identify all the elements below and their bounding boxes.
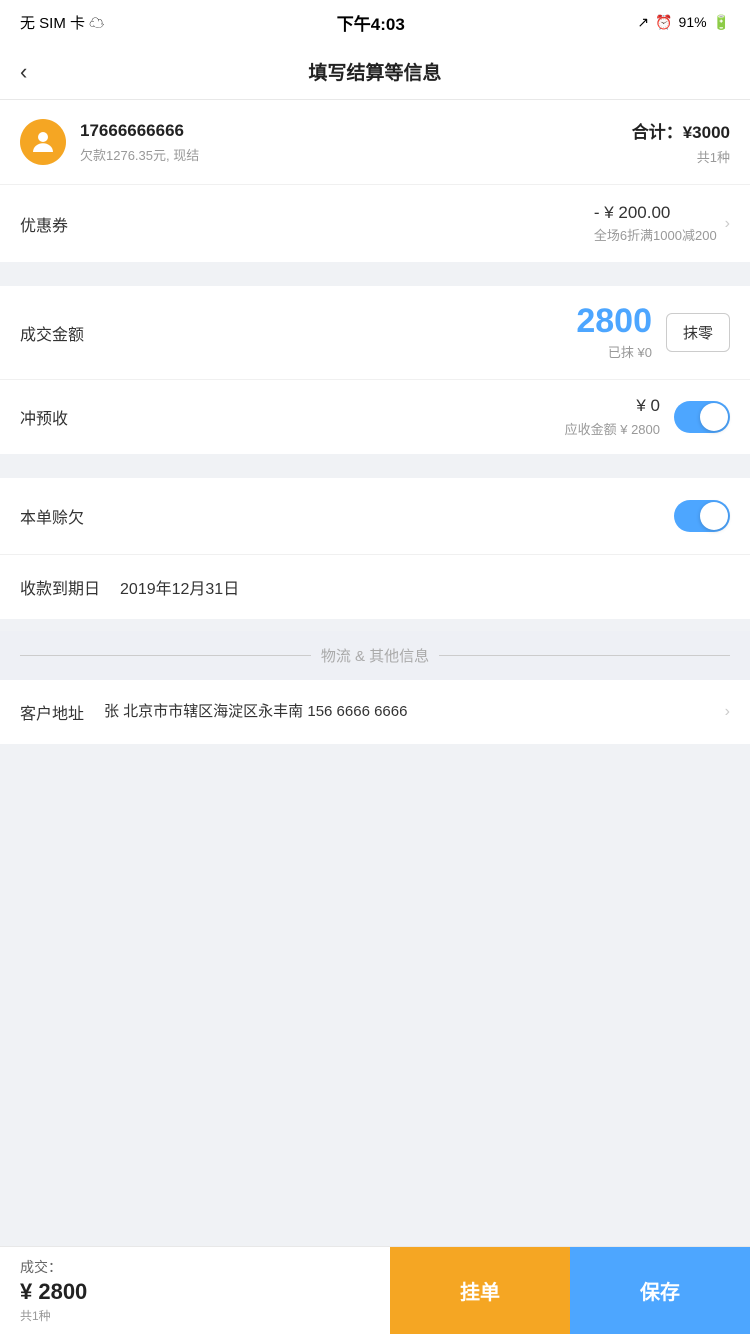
battery-icon: 🔋 <box>713 14 730 31</box>
status-time: 下午4:03 <box>337 10 405 35</box>
section-divider-1 <box>0 274 750 286</box>
user-phone: 17666666666 <box>80 121 632 141</box>
section-divider-2 <box>0 466 750 478</box>
coupon-discount: - ¥ 200.00 <box>594 203 717 223</box>
toggle-knob <box>700 403 728 431</box>
coupon-info: - ¥ 200.00 全场6折满1000减200 <box>594 203 717 244</box>
status-left: 无 SIM 卡 ☁ <box>20 12 104 33</box>
total-count: 共1种 <box>632 147 730 166</box>
debt-card: 本单赊欠 收款到期日 2019年12月31日 <box>0 478 750 619</box>
prepayment-right: ¥ 0 应收金额 ¥ 2800 <box>565 396 730 438</box>
bottom-summary: 成交： ¥ 2800 共1种 <box>0 1257 390 1324</box>
user-total: 合计：¥3000 共1种 <box>632 118 730 166</box>
address-value: 张 北京市市辖区海淀区永丰南 156 6666 6666 <box>104 701 715 724</box>
debt-label: 本单赊欠 <box>20 504 84 528</box>
prepayment-row: 冲预收 ¥ 0 应收金额 ¥ 2800 <box>0 379 750 454</box>
user-row: 17666666666 欠款1276.35元, 现结 合计：¥3000 共1种 <box>0 100 750 184</box>
deal-amount: 2800 <box>576 304 652 338</box>
address-card: 客户地址 张 北京市市辖区海淀区永丰南 156 6666 6666 › <box>0 680 750 744</box>
bottom-count: 共1种 <box>20 1307 370 1324</box>
prepayment-info: ¥ 0 应收金额 ¥ 2800 <box>565 396 660 438</box>
address-chevron-icon: › <box>725 703 730 721</box>
bottom-spacer <box>0 756 750 856</box>
round-button[interactable]: 抹零 <box>666 313 730 352</box>
logistics-label: 物流 & 其他信息 <box>321 645 429 666</box>
prepayment-sub: 应收金额 ¥ 2800 <box>565 419 660 438</box>
status-right: ↗ ⏰ 91% 🔋 <box>637 14 730 31</box>
sim-label: 无 SIM 卡 ☁ <box>20 12 104 33</box>
save-button[interactable]: 保存 <box>570 1247 750 1334</box>
amount-row: 成交金额 2800 已抹 ¥0 抹零 <box>0 286 750 379</box>
status-bar: 无 SIM 卡 ☁ 下午4:03 ↗ ⏰ 91% 🔋 <box>0 0 750 44</box>
amount-right: 2800 已抹 ¥0 抹零 <box>576 304 730 361</box>
duedate-label: 收款到期日 <box>20 575 100 599</box>
amount-value-group: 2800 已抹 ¥0 <box>576 304 652 361</box>
location-icon: ↗ <box>637 14 649 31</box>
bottom-deal-label: 成交： <box>20 1257 370 1277</box>
debt-toggle-knob <box>700 502 728 530</box>
divider-line-left <box>20 655 311 656</box>
user-debt: 欠款1276.35元, 现结 <box>80 145 632 164</box>
coupon-desc: 全场6折满1000减200 <box>594 225 717 244</box>
duedate-row: 收款到期日 2019年12月31日 <box>0 554 750 619</box>
hold-button[interactable]: 挂单 <box>390 1247 570 1334</box>
coupon-label: 优惠券 <box>20 212 68 236</box>
address-row[interactable]: 客户地址 张 北京市市辖区海淀区永丰南 156 6666 6666 › <box>0 680 750 744</box>
battery-label: 91% <box>679 14 707 30</box>
debt-row: 本单赊欠 <box>0 478 750 554</box>
bottom-price: ¥ 2800 <box>20 1279 370 1305</box>
coupon-row[interactable]: 优惠券 - ¥ 200.00 全场6折满1000减200 › <box>0 184 750 262</box>
nav-bar: ‹ 填写结算等信息 <box>0 44 750 100</box>
total-amount: 合计：¥3000 <box>632 118 730 143</box>
alarm-icon: ⏰ <box>655 14 672 31</box>
back-button[interactable]: ‹ <box>20 59 27 85</box>
erased-label: 已抹 ¥0 <box>576 342 652 361</box>
prepayment-amount: ¥ 0 <box>565 396 660 416</box>
content-area: 17666666666 欠款1276.35元, 现结 合计：¥3000 共1种 … <box>0 100 750 956</box>
amount-card: 成交金额 2800 已抹 ¥0 抹零 冲预收 ¥ 0 应收金额 ¥ 2800 <box>0 286 750 454</box>
user-info-card: 17666666666 欠款1276.35元, 现结 合计：¥3000 共1种 … <box>0 100 750 262</box>
duedate-value: 2019年12月31日 <box>120 575 239 599</box>
amount-label: 成交金额 <box>20 321 84 345</box>
coupon-chevron-icon: › <box>725 215 730 233</box>
logistics-divider: 物流 & 其他信息 <box>0 631 750 680</box>
avatar <box>20 119 66 165</box>
page-title: 填写结算等信息 <box>308 58 441 85</box>
user-info: 17666666666 欠款1276.35元, 现结 <box>80 121 632 164</box>
debt-toggle[interactable] <box>674 500 730 532</box>
prepayment-label: 冲预收 <box>20 405 68 429</box>
bottom-bar: 成交： ¥ 2800 共1种 挂单 保存 <box>0 1246 750 1334</box>
prepayment-toggle[interactable] <box>674 401 730 433</box>
address-label: 客户地址 <box>20 700 84 724</box>
divider-line-right <box>439 655 730 656</box>
